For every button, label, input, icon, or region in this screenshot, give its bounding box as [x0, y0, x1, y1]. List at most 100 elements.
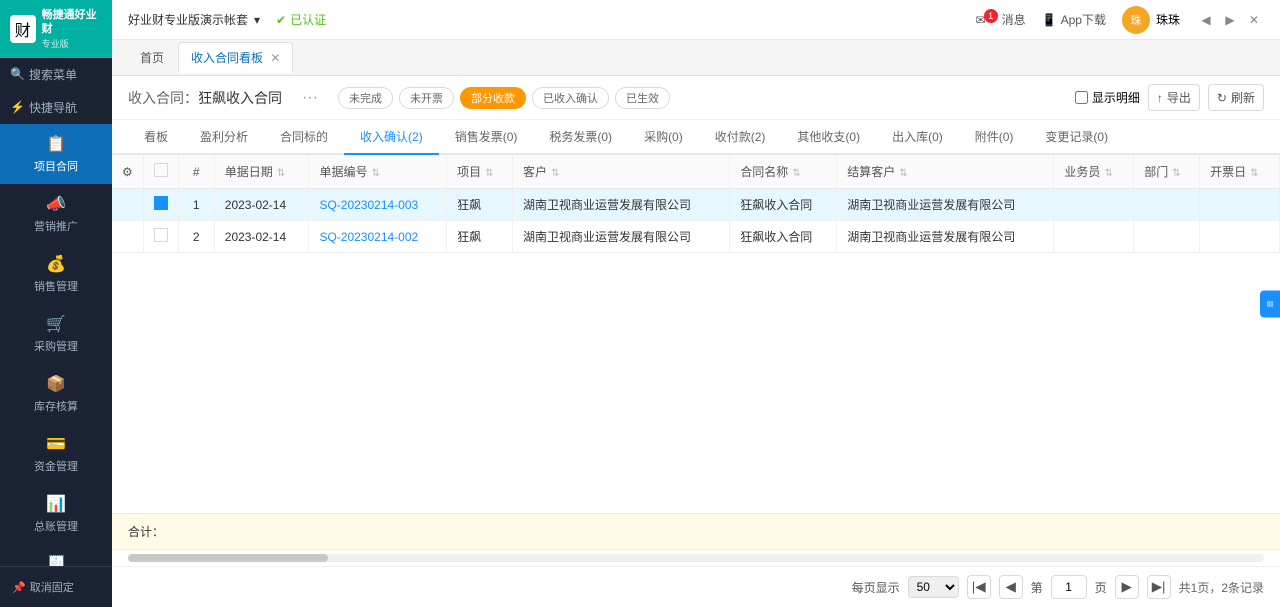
col-date-header[interactable]: 单据日期⇅	[214, 155, 309, 189]
user-menu[interactable]: 珠 珠珠	[1122, 6, 1180, 34]
table-footer: 合计：	[112, 513, 1280, 549]
avatar: 珠	[1122, 6, 1150, 34]
row2-settings	[112, 221, 143, 253]
tab-contract-board[interactable]: 收入合同看板 ✕	[178, 42, 293, 73]
message-button[interactable]: ✉ 1 消息	[976, 11, 1026, 28]
col-dept-header[interactable]: 部门⇅	[1134, 155, 1200, 189]
sidebar-item-general[interactable]: 📊 总账管理	[0, 484, 112, 544]
sub-tab-warehouse[interactable]: 出入库(0)	[876, 120, 959, 155]
scroll-bar-thumb[interactable]	[128, 554, 328, 562]
prev-page-button[interactable]: ◀	[999, 575, 1023, 599]
first-page-button[interactable]: |◀	[967, 575, 991, 599]
project-icon: 📋	[46, 134, 66, 154]
status-not-open[interactable]: 未开票	[399, 87, 454, 109]
sort-customer-icon: ⇅	[551, 168, 559, 179]
table-row[interactable]: 1 2023-02-14 SQ-20230214-003 狂飙 湖南卫视商业运营…	[112, 189, 1280, 221]
col-billdate2-header[interactable]: 开票日⇅	[1200, 155, 1280, 189]
show-detail-label: 显示明细	[1092, 89, 1140, 106]
row1-billno[interactable]: SQ-20230214-003	[309, 189, 447, 221]
sidebar-item-project[interactable]: 📋 项目合同	[0, 124, 112, 184]
message-badge: 1	[984, 9, 998, 23]
per-page-select[interactable]: 20 50 100	[908, 576, 959, 598]
col-contract-header[interactable]: 合同名称⇅	[730, 155, 837, 189]
sidebar-fast-nav-item[interactable]: ⚡ 快捷导航	[0, 91, 112, 124]
col-project-header[interactable]: 项目⇅	[447, 155, 513, 189]
app-download-button[interactable]: 📱 App下载	[1042, 11, 1106, 28]
sidebar-item-invoice[interactable]: 🧾 发票管理	[0, 544, 112, 566]
total-label: 合计：	[128, 523, 164, 540]
row1-billno-link[interactable]: SQ-20230214-003	[319, 198, 418, 212]
row1-project: 狂飙	[447, 189, 513, 221]
scroll-bar-track	[128, 554, 1264, 562]
sort-project-icon: ⇅	[485, 168, 493, 179]
status-partial-collect[interactable]: 部分收款	[460, 87, 526, 109]
show-detail-input[interactable]	[1075, 91, 1088, 104]
sub-tab-profit[interactable]: 盈利分析	[184, 120, 264, 155]
sub-tab-change-log[interactable]: 变更记录(0)	[1029, 120, 1124, 155]
refresh-label: 刷新	[1231, 89, 1255, 106]
nav-back-button[interactable]: ◀	[1196, 10, 1216, 30]
sidebar-item-inventory[interactable]: 📦 库存核算	[0, 364, 112, 424]
last-page-button[interactable]: ▶|	[1147, 575, 1171, 599]
row2-billdate2	[1200, 221, 1280, 253]
nav-forward-button[interactable]: ▶	[1220, 10, 1240, 30]
status-not-complete[interactable]: 未完成	[338, 87, 393, 109]
next-page-button[interactable]: ▶	[1115, 575, 1139, 599]
sidebar-item-marketing[interactable]: 📣 营销推广	[0, 184, 112, 244]
select-all-checkbox[interactable]	[154, 163, 168, 177]
nav-close-button[interactable]: ✕	[1244, 10, 1264, 30]
row2-billno-link[interactable]: SQ-20230214-002	[319, 230, 418, 244]
table-row[interactable]: 2 2023-02-14 SQ-20230214-002 狂飙 湖南卫视商业运营…	[112, 221, 1280, 253]
cert-check-icon: ✔	[276, 13, 286, 27]
invoice-icon: 🧾	[46, 554, 66, 566]
sidebar-item-label-sales: 销售管理	[34, 278, 78, 294]
status-confirmed[interactable]: 已收入确认	[532, 87, 609, 109]
more-options-button[interactable]: ···	[302, 89, 318, 107]
sub-tab-attachments[interactable]: 附件(0)	[959, 120, 1030, 155]
col-customer-header[interactable]: 客户⇅	[513, 155, 730, 189]
col-settle-header[interactable]: 结算客户⇅	[837, 155, 1054, 189]
marketing-icon: 📣	[46, 194, 66, 214]
export-button[interactable]: ↑ 导出	[1148, 84, 1200, 111]
col-billno-header[interactable]: 单据编号⇅	[309, 155, 447, 189]
col-checkbox-header[interactable]	[143, 155, 178, 189]
row2-num: 2	[178, 221, 214, 253]
sub-tab-payment[interactable]: 收付款(2)	[699, 120, 782, 155]
tab-close-icon[interactable]: ✕	[270, 51, 280, 65]
sub-tab-tax-invoice[interactable]: 税务发票(0)	[533, 120, 628, 155]
row2-checkbox[interactable]	[143, 221, 178, 253]
col-settings-header[interactable]: ⚙	[112, 155, 143, 189]
status-effective[interactable]: 已生效	[615, 87, 670, 109]
refresh-button[interactable]: ↻ 刷新	[1208, 84, 1264, 111]
row2-billno[interactable]: SQ-20230214-002	[309, 221, 447, 253]
tab-home[interactable]: 首页	[128, 43, 176, 72]
app-download-label: App下载	[1061, 11, 1106, 28]
right-panel-toggle[interactable]: ≡	[1260, 290, 1280, 317]
current-page-input[interactable]	[1051, 575, 1087, 599]
total-info: 共1页，2条记录	[1179, 579, 1264, 596]
company-selector[interactable]: 好业财专业版演示帐套 ▾	[128, 11, 260, 28]
sidebar-search-item[interactable]: 🔍 搜索菜单	[0, 58, 112, 91]
page-header-right: 显示明细 ↑ 导出 ↻ 刷新	[1075, 84, 1264, 111]
sidebar-item-purchase[interactable]: 🛒 采购管理	[0, 304, 112, 364]
pin-button[interactable]: 📌 取消固定	[6, 573, 106, 601]
sidebar-item-sales[interactable]: 💰 销售管理	[0, 244, 112, 304]
pagination: 每页显示 20 50 100 |◀ ◀ 第 页 ▶ ▶| 共1页，2条记录	[112, 566, 1280, 607]
row2-date: 2023-02-14	[214, 221, 309, 253]
sidebar-item-fund[interactable]: 💳 资金管理	[0, 424, 112, 484]
row1-checkbox[interactable]	[143, 189, 178, 221]
sub-tab-other-income[interactable]: 其他收支(0)	[781, 120, 876, 155]
col-salesman-header[interactable]: 业务员⇅	[1054, 155, 1134, 189]
inventory-icon: 📦	[46, 374, 66, 394]
sub-tab-income-confirm[interactable]: 收入确认(2)	[344, 120, 439, 155]
sub-tab-board[interactable]: 看板	[128, 120, 184, 155]
sub-tab-purchase[interactable]: 采购(0)	[628, 120, 699, 155]
sub-tabs-bar: 看板 盈利分析 合同标的 收入确认(2) 销售发票(0) 税务发票(0) 采购(…	[112, 120, 1280, 155]
tab-home-label: 首页	[140, 51, 164, 65]
sidebar-item-label-purchase: 采购管理	[34, 338, 78, 354]
show-detail-checkbox[interactable]: 显示明细	[1075, 89, 1140, 106]
row2-checkbox-box[interactable]	[154, 228, 168, 242]
sub-tab-contract-std[interactable]: 合同标的	[264, 120, 344, 155]
row1-checkbox-box[interactable]	[154, 196, 168, 210]
sub-tab-sales-invoice[interactable]: 销售发票(0)	[439, 120, 534, 155]
